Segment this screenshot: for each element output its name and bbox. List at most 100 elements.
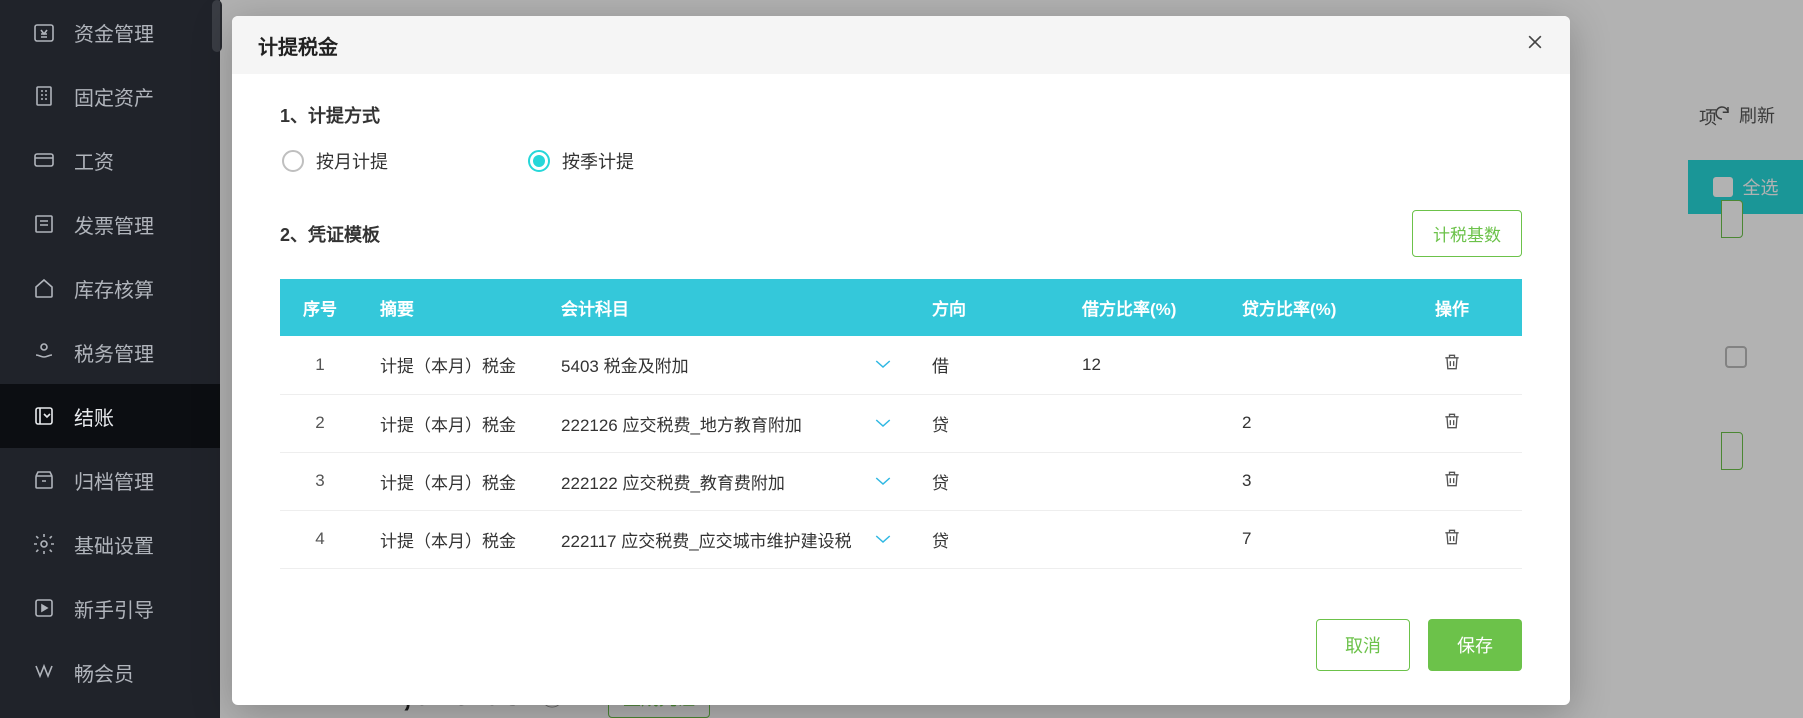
sidebar-item-inventory[interactable]: 库存核算: [0, 256, 220, 320]
radio-label: 按月计提: [316, 148, 388, 174]
vip-icon: [32, 660, 56, 684]
cell-op: [1382, 336, 1522, 394]
table-row: 2 计提（本月）税金 222126 应交税费_地方教育附加 贷 2: [280, 394, 1522, 452]
trash-icon: [1442, 410, 1462, 437]
trash-icon: [1442, 468, 1462, 495]
sidebar-item-vip[interactable]: 畅会员: [0, 640, 220, 704]
subject-text: 222126 应交税费_地方教育附加: [561, 411, 802, 436]
play-icon: [32, 596, 56, 620]
cell-debit-rate[interactable]: [1062, 452, 1222, 510]
cell-subject[interactable]: 5403 税金及附加: [541, 336, 912, 394]
sidebar-item-funds[interactable]: 资金管理: [0, 0, 220, 64]
delete-button[interactable]: [1442, 351, 1462, 378]
sidebar-item-label: 工资: [74, 146, 114, 175]
cell-credit-rate[interactable]: 7: [1222, 510, 1382, 568]
chevron-down-icon[interactable]: [874, 529, 892, 550]
radio-icon: [282, 150, 304, 172]
accrual-method-group: 按月计提 按季计提: [280, 148, 1522, 174]
chevron-down-icon[interactable]: [874, 471, 892, 492]
close-button[interactable]: [1520, 30, 1550, 60]
radio-quarterly[interactable]: 按季计提: [528, 148, 634, 174]
building-icon: [32, 84, 56, 108]
modal-footer: 取消 保存: [232, 579, 1570, 705]
cell-direction: 借: [912, 336, 1062, 394]
yen-icon: [32, 20, 56, 44]
ledger-icon: [32, 404, 56, 428]
radio-icon: [528, 150, 550, 172]
card-icon: [32, 148, 56, 172]
cell-summary[interactable]: 计提（本月）税金: [360, 510, 541, 568]
sidebar-item-label: 固定资产: [74, 82, 154, 111]
cell-credit-rate[interactable]: [1222, 336, 1382, 394]
col-direction: 方向: [912, 279, 1062, 336]
chevron-down-icon[interactable]: [874, 413, 892, 434]
archive-icon: [32, 468, 56, 492]
table-row: 4 计提（本月）税金 222117 应交税费_应交城市维护建设税 贷 7: [280, 510, 1522, 568]
radio-monthly[interactable]: 按月计提: [282, 148, 388, 174]
tax-base-button[interactable]: 计税基数: [1412, 210, 1522, 257]
sidebar-item-settings[interactable]: 基础设置: [0, 512, 220, 576]
sidebar-item-label: 资金管理: [74, 18, 154, 47]
trash-icon: [1442, 351, 1462, 378]
sidebar-item-label: 税务管理: [74, 338, 154, 367]
house-icon: [32, 276, 56, 300]
cell-credit-rate[interactable]: 3: [1222, 452, 1382, 510]
sidebar-item-label: 新手引导: [74, 594, 154, 623]
sidebar-item-guide[interactable]: 新手引导: [0, 576, 220, 640]
cell-seq: 3: [280, 452, 360, 510]
modal-header: 计提税金: [232, 16, 1570, 74]
sidebar-item-label: 发票管理: [74, 210, 154, 239]
col-debit-rate: 借方比率(%): [1062, 279, 1222, 336]
cell-subject[interactable]: 222117 应交税费_应交城市维护建设税: [541, 510, 912, 568]
cancel-button[interactable]: 取消: [1316, 619, 1410, 671]
sidebar-item-label: 归档管理: [74, 466, 154, 495]
cell-credit-rate[interactable]: 2: [1222, 394, 1382, 452]
section-1-title: 1、计提方式: [280, 102, 1522, 128]
section-2-title: 2、凭证模板: [280, 221, 380, 247]
cell-debit-rate[interactable]: [1062, 394, 1222, 452]
cell-seq: 1: [280, 336, 360, 394]
col-op: 操作: [1382, 279, 1522, 336]
cell-summary[interactable]: 计提（本月）税金: [360, 452, 541, 510]
sidebar-item-label: 畅会员: [74, 658, 134, 687]
modal-body: 1、计提方式 按月计提 按季计提 2、凭证模板 计税基数 序号 摘要 会计科目 …: [232, 74, 1570, 579]
gear-icon: [32, 532, 56, 556]
table-row: 3 计提（本月）税金 222122 应交税费_教育费附加 贷 3: [280, 452, 1522, 510]
cell-seq: 4: [280, 510, 360, 568]
table-row: 1 计提（本月）税金 5403 税金及附加 借 12: [280, 336, 1522, 394]
subject-text: 222122 应交税费_教育费附加: [561, 469, 785, 494]
cell-debit-rate[interactable]: 12: [1062, 336, 1222, 394]
save-button[interactable]: 保存: [1428, 619, 1522, 671]
sidebar-item-closing[interactable]: 结账: [0, 384, 220, 448]
hand-coin-icon: [32, 340, 56, 364]
sidebar-item-salary[interactable]: 工资: [0, 128, 220, 192]
cell-subject[interactable]: 222126 应交税费_地方教育附加: [541, 394, 912, 452]
modal-title: 计提税金: [258, 31, 338, 60]
cell-summary[interactable]: 计提（本月）税金: [360, 336, 541, 394]
sidebar-item-archive[interactable]: 归档管理: [0, 448, 220, 512]
tax-accrual-modal: 计提税金 1、计提方式 按月计提 按季计提 2、凭证模板 计税基数 序号: [232, 16, 1570, 705]
cell-op: [1382, 394, 1522, 452]
sidebar: 资金管理 固定资产 工资 发票管理 库存核算 税务管理 结账 归档管理 基础设置…: [0, 0, 220, 718]
cell-summary[interactable]: 计提（本月）税金: [360, 394, 541, 452]
chevron-down-icon[interactable]: [874, 354, 892, 375]
delete-button[interactable]: [1442, 410, 1462, 437]
cell-subject[interactable]: 222122 应交税费_教育费附加: [541, 452, 912, 510]
cell-seq: 2: [280, 394, 360, 452]
trash-icon: [1442, 526, 1462, 553]
col-subject: 会计科目: [541, 279, 912, 336]
receipt-icon: [32, 212, 56, 236]
cell-op: [1382, 452, 1522, 510]
cell-debit-rate[interactable]: [1062, 510, 1222, 568]
radio-label: 按季计提: [562, 148, 634, 174]
delete-button[interactable]: [1442, 526, 1462, 553]
sidebar-item-invoice[interactable]: 发票管理: [0, 192, 220, 256]
voucher-template-table: 序号 摘要 会计科目 方向 借方比率(%) 贷方比率(%) 操作 1 计提（本月…: [280, 279, 1522, 569]
sidebar-item-fixed-assets[interactable]: 固定资产: [0, 64, 220, 128]
sidebar-item-label: 基础设置: [74, 530, 154, 559]
sidebar-item-tax[interactable]: 税务管理: [0, 320, 220, 384]
col-credit-rate: 贷方比率(%): [1222, 279, 1382, 336]
delete-button[interactable]: [1442, 468, 1462, 495]
sidebar-item-label: 结账: [74, 402, 114, 431]
cell-direction: 贷: [912, 452, 1062, 510]
